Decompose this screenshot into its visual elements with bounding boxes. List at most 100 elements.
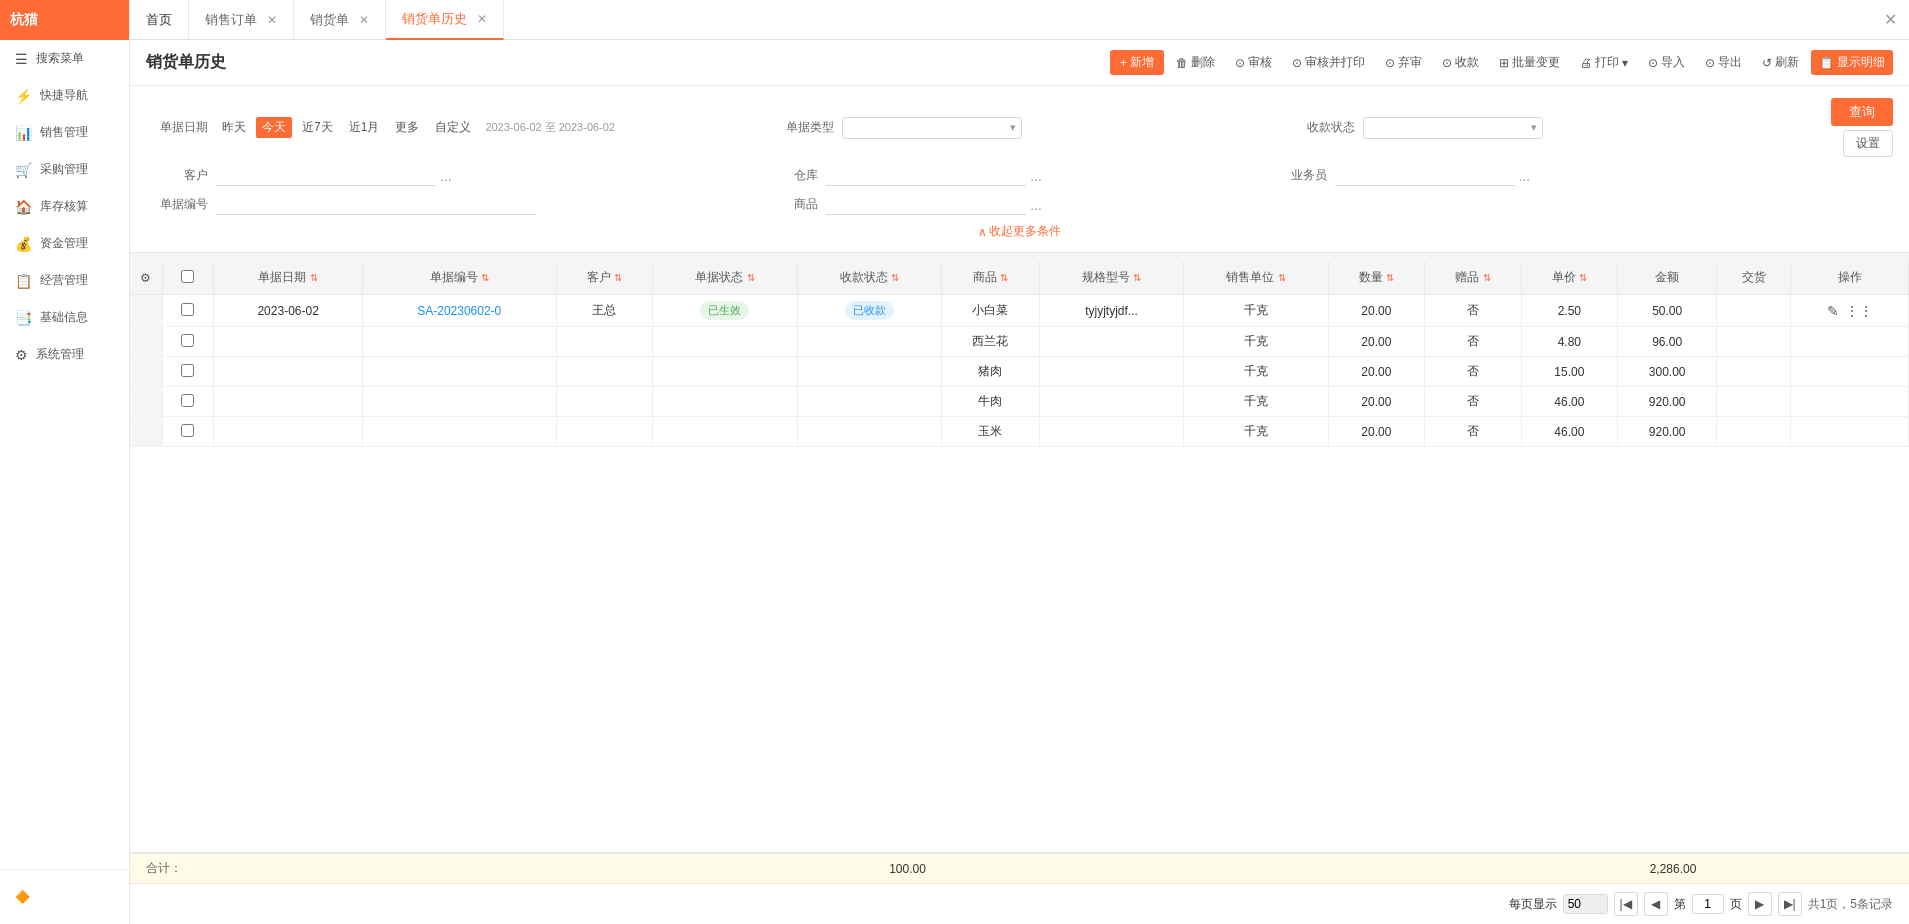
sidebar-item-label: 搜索菜单 (36, 50, 84, 67)
tab-sales-order[interactable]: 销售订单 ✕ (189, 0, 294, 40)
doctype-select[interactable] (842, 117, 1022, 139)
sidebar-item-operation[interactable]: 📋 经营管理 (0, 262, 129, 299)
row-select-checkbox[interactable] (181, 364, 194, 377)
sidebar-item-label: 经营管理 (40, 272, 88, 289)
col-docno[interactable]: 单据编号 ⇅ (362, 261, 556, 295)
row-docno[interactable] (362, 387, 556, 417)
tab-sales-delivery[interactable]: 销货单 ✕ (294, 0, 386, 40)
col-customer[interactable]: 客户 ⇅ (556, 261, 653, 295)
date-tab-custom[interactable]: 自定义 (429, 117, 477, 138)
table-row: 牛肉 千克 20.00 否 46.00 920.00 (130, 387, 1909, 417)
row-action (1791, 417, 1909, 447)
last-page-button[interactable]: ▶| (1778, 892, 1802, 916)
settings-button[interactable]: 设置 (1843, 130, 1893, 157)
batch-change-button[interactable]: ⊞ 批量变更 (1491, 50, 1568, 75)
warehouse-dots[interactable]: ... (1026, 168, 1046, 184)
tab-home[interactable]: 首页 (130, 0, 189, 40)
refresh-button[interactable]: ↺ 刷新 (1754, 50, 1807, 75)
tab-sales-history[interactable]: 销货单历史 ✕ (386, 0, 504, 40)
audit-print-button[interactable]: ⊙ 审核并打印 (1284, 50, 1373, 75)
abandon-button[interactable]: ⊙ 弃审 (1377, 50, 1430, 75)
row-docno[interactable] (362, 357, 556, 387)
select-all-checkbox[interactable] (181, 270, 194, 283)
page-size-select[interactable]: 50 100 200 (1563, 894, 1608, 914)
row-checkbox[interactable] (162, 327, 214, 357)
row-goods: 玉米 (941, 417, 1039, 447)
edit-action-icon[interactable]: ✎ (1827, 303, 1839, 319)
next-page-button[interactable]: ▶ (1748, 892, 1772, 916)
sales-icon: 📊 (15, 125, 32, 141)
sort-docstatus-icon: ⇅ (747, 272, 755, 283)
close-sales-order-tab[interactable]: ✕ (267, 13, 277, 27)
sidebar-bottom-btn1[interactable]: 🔶 (0, 880, 129, 914)
agent-dots[interactable]: ... (1515, 168, 1535, 184)
row-select-checkbox[interactable] (181, 424, 194, 437)
close-sales-delivery-tab[interactable]: ✕ (359, 13, 369, 27)
sidebar-item-search-menu[interactable]: ☰ 搜索菜单 (0, 40, 129, 77)
prev-page-button[interactable]: ◀ (1644, 892, 1668, 916)
delete-button[interactable]: 🗑 删除 (1168, 50, 1223, 75)
sidebar-item-purchase[interactable]: 🛒 采购管理 (0, 151, 129, 188)
row-select-checkbox[interactable] (181, 394, 194, 407)
row-qty: 20.00 (1328, 387, 1425, 417)
sidebar-item-sales[interactable]: 📊 销售管理 (0, 114, 129, 151)
sidebar-item-finance[interactable]: 💰 资金管理 (0, 225, 129, 262)
collapse-filter-button[interactable]: ∧ 收起更多条件 (978, 223, 1061, 240)
col-price[interactable]: 单价 ⇅ (1521, 261, 1618, 295)
row-checkbox[interactable] (162, 357, 214, 387)
sidebar-item-basic-info[interactable]: 📑 基础信息 (0, 299, 129, 336)
page-number-input[interactable] (1692, 894, 1724, 914)
import-button[interactable]: ⊙ 导入 (1640, 50, 1693, 75)
row-checkbox[interactable] (162, 295, 214, 327)
export-button[interactable]: ⊙ 导出 (1697, 50, 1750, 75)
col-checkbox[interactable] (162, 261, 214, 295)
col-date[interactable]: 单据日期 ⇅ (214, 261, 362, 295)
row-select-checkbox[interactable] (181, 303, 194, 316)
first-page-button[interactable]: |◀ (1614, 892, 1638, 916)
col-spec[interactable]: 规格型号 ⇅ (1039, 261, 1183, 295)
agent-input[interactable] (1335, 165, 1515, 186)
docno-input[interactable] (216, 194, 536, 215)
filter-customer-section: 客户 ... (146, 165, 756, 186)
sidebar-item-system[interactable]: ⚙ 系统管理 (0, 336, 129, 373)
date-tab-yesterday[interactable]: 昨天 (216, 117, 252, 138)
row-gift: 否 (1425, 387, 1522, 417)
warehouse-input[interactable] (826, 165, 1026, 186)
row-select-checkbox[interactable] (181, 334, 194, 347)
goods-dots[interactable]: ... (1026, 197, 1046, 213)
date-tab-today[interactable]: 今天 (256, 117, 292, 138)
audit-button[interactable]: ⊙ 审核 (1227, 50, 1280, 75)
sidebar-item-quick-nav[interactable]: ⚡ 快捷导航 (0, 77, 129, 114)
display-detail-button[interactable]: 📋 显示明细 (1811, 50, 1893, 75)
receive-button[interactable]: ⊙ 收款 (1434, 50, 1487, 75)
print-button[interactable]: 🖨 打印 ▾ (1572, 50, 1636, 75)
row-checkbox[interactable] (162, 387, 214, 417)
row-checkbox[interactable] (162, 417, 214, 447)
add-button[interactable]: + 新增 (1110, 50, 1164, 75)
more-action-icon[interactable]: ⋮⋮ (1845, 303, 1873, 319)
query-button[interactable]: 查询 (1831, 98, 1893, 126)
col-unit[interactable]: 销售单位 ⇅ (1184, 261, 1328, 295)
goods-input[interactable] (826, 194, 1026, 215)
sidebar-item-inventory[interactable]: 🏠 库存核算 (0, 188, 129, 225)
row-docno[interactable] (362, 327, 556, 357)
table-scroll[interactable]: ⚙ 单据日期 ⇅ 单据编号 ⇅ 客户 ⇅ 单据状态 ⇅ 收款状态 ⇅ 商品 ⇅ … (130, 261, 1909, 852)
col-qty[interactable]: 数量 ⇅ (1328, 261, 1425, 295)
row-docno[interactable] (362, 417, 556, 447)
close-all-tabs[interactable]: ✕ (1872, 10, 1909, 29)
receive-status-select[interactable] (1363, 117, 1543, 139)
row-docno[interactable]: SA-20230602-0 (362, 295, 556, 327)
col-doc-status[interactable]: 单据状态 ⇅ (653, 261, 797, 295)
close-sales-history-tab[interactable]: ✕ (477, 12, 487, 26)
collapse-up-icon: ∧ (978, 225, 987, 239)
col-gift[interactable]: 赠品 ⇅ (1425, 261, 1522, 295)
col-receive-status[interactable]: 收款状态 ⇅ (797, 261, 941, 295)
customer-dots[interactable]: ... (436, 168, 456, 184)
date-tab-more[interactable]: 更多 (389, 117, 425, 138)
customer-input[interactable] (216, 165, 436, 186)
sort-receivestatus-icon: ⇅ (891, 272, 899, 283)
date-tab-7days[interactable]: 近7天 (296, 117, 339, 138)
date-tab-1month[interactable]: 近1月 (343, 117, 386, 138)
col-gear[interactable]: ⚙ (130, 261, 162, 295)
col-goods[interactable]: 商品 ⇅ (941, 261, 1039, 295)
